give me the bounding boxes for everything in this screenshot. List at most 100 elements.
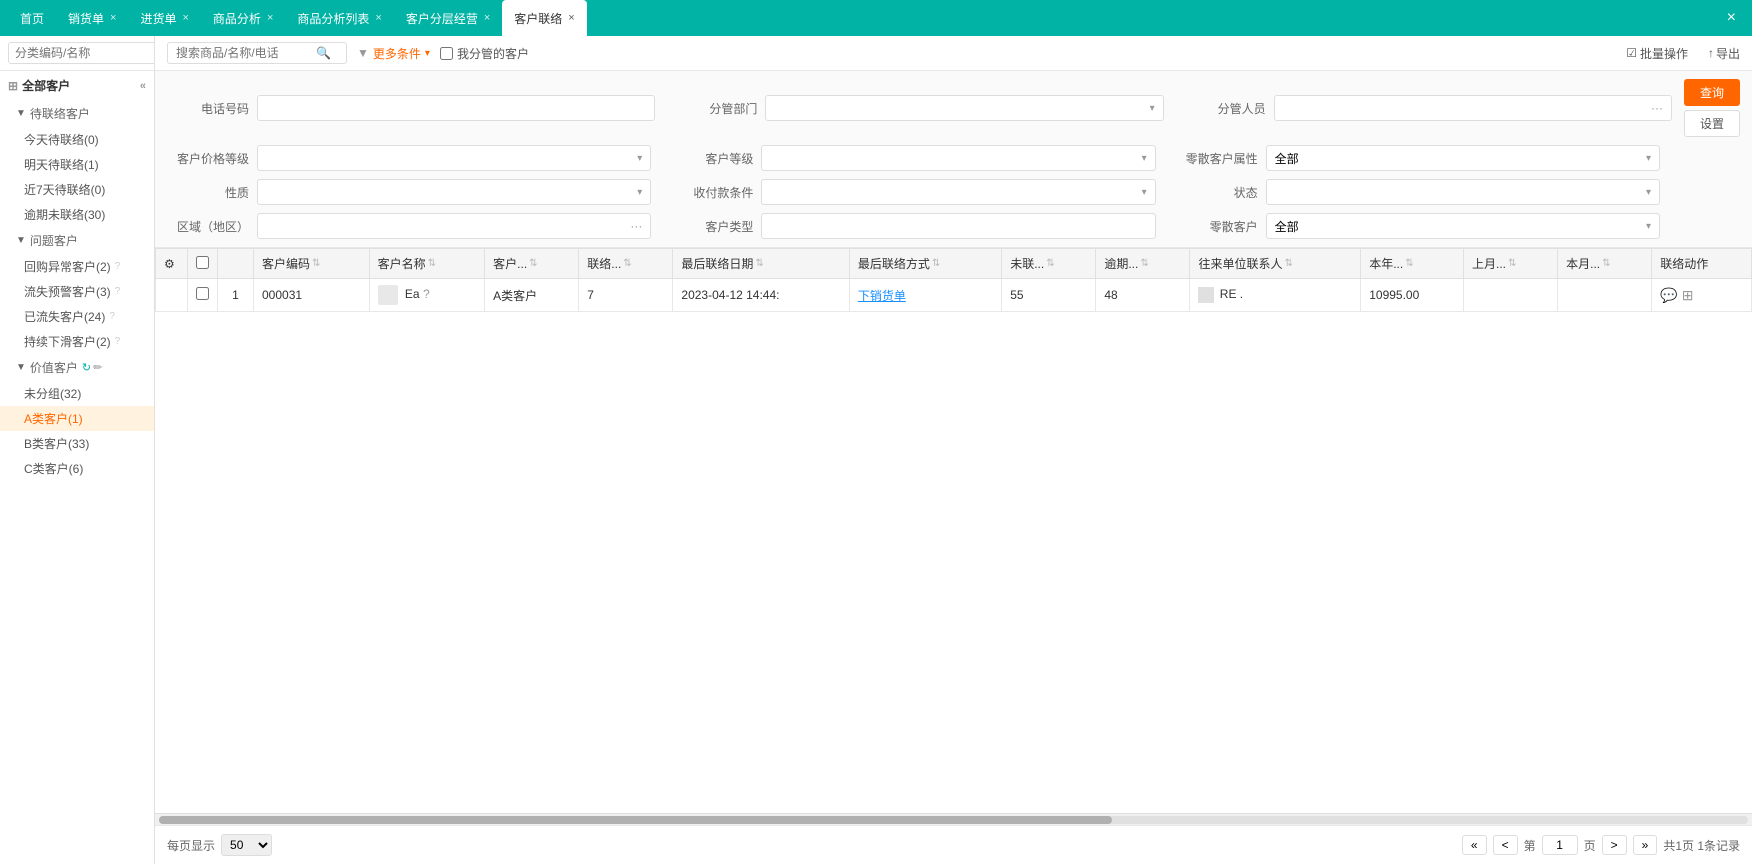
th-overdue[interactable]: 逾期... ⇅ xyxy=(1096,249,1190,279)
payment-select[interactable]: ▾ xyxy=(761,179,1155,205)
checkbox-icon: ☑ xyxy=(1626,46,1637,60)
scrollbar-thumb[interactable] xyxy=(159,816,1112,824)
area-select[interactable]: ··· xyxy=(257,213,651,239)
total-records: 共1页 1条记录 xyxy=(1663,837,1740,854)
chat-action-icon[interactable]: 💬 xyxy=(1660,287,1677,304)
edit-icon[interactable]: ✏ xyxy=(93,361,102,374)
th-code[interactable]: 客户编码 ⇅ xyxy=(254,249,370,279)
last-method-link[interactable]: 下销货单 xyxy=(858,289,906,303)
th-last-month[interactable]: 上月... ⇅ xyxy=(1464,249,1558,279)
row-checkbox[interactable] xyxy=(196,287,209,300)
status-select[interactable]: ▾ xyxy=(1266,179,1660,205)
cell-company-contact: RE . xyxy=(1190,279,1361,312)
retail-attr-select[interactable]: 全部 ▾ xyxy=(1266,145,1660,171)
nav-customer-contact[interactable]: 客户联络 × xyxy=(502,0,586,36)
th-category[interactable]: 客户... ⇅ xyxy=(485,249,579,279)
sidebar-item-repeat-abnormal[interactable]: 回购异常客户(2) ? xyxy=(0,254,154,279)
sidebar-group-pending[interactable]: ▼ 待联络客户 xyxy=(0,100,154,127)
sidebar-group-problem[interactable]: ▼ 问题客户 xyxy=(0,227,154,254)
sidebar-item-b-class[interactable]: B类客户(33) xyxy=(0,431,154,456)
more-icon[interactable]: ··· xyxy=(1651,101,1663,115)
dept-select[interactable]: ▾ xyxy=(765,95,1163,121)
sort-icon-month: ⇅ xyxy=(1602,258,1610,269)
close-purchase-tab[interactable]: × xyxy=(182,12,188,24)
sidebar-group-value[interactable]: ▼ 价值客户 ↻ ✏ xyxy=(0,354,154,381)
close-window-btn[interactable]: × xyxy=(1719,9,1744,27)
next-page-btn[interactable]: > xyxy=(1602,835,1627,855)
th-uncontacted[interactable]: 未联... ⇅ xyxy=(1002,249,1096,279)
sidebar-item-c-class[interactable]: C类客户(6) xyxy=(0,456,154,481)
cust-type-input[interactable] xyxy=(761,213,1155,239)
batch-op-btn[interactable]: ☑ 批量操作 xyxy=(1626,45,1688,62)
th-settings[interactable]: ⚙ xyxy=(156,249,188,279)
more-icon-2[interactable]: ··· xyxy=(630,219,642,233)
th-last-date[interactable]: 最后联络日期 ⇅ xyxy=(673,249,849,279)
price-level-select[interactable]: ▾ xyxy=(257,145,651,171)
horizontal-scrollbar[interactable] xyxy=(155,813,1752,825)
nav-analysis[interactable]: 商品分析 × xyxy=(201,0,285,36)
cust-type-text-input[interactable] xyxy=(770,219,1146,233)
sidebar-item-tomorrow[interactable]: 明天待联络(1) xyxy=(0,152,154,177)
close-analysis-list-tab[interactable]: × xyxy=(375,12,381,24)
my-customers-check[interactable] xyxy=(440,47,453,60)
th-company-contact[interactable]: 往来单位联系人 ⇅ xyxy=(1190,249,1361,279)
close-contact-tab[interactable]: × xyxy=(568,12,574,24)
nav-home[interactable]: 首页 xyxy=(8,0,56,36)
nav-sales[interactable]: 销货单 × xyxy=(56,0,128,36)
th-this-month[interactable]: 本月... ⇅ xyxy=(1558,249,1652,279)
my-customers-checkbox[interactable]: 我分管的客户 xyxy=(440,45,529,62)
nav-analysis-list[interactable]: 商品分析列表 × xyxy=(285,0,393,36)
cell-name: Ea ? xyxy=(369,279,485,312)
sidebar-item-keep-down[interactable]: 持续下滑客户(2) ? xyxy=(0,329,154,354)
prev-page-btn[interactable]: < xyxy=(1493,835,1518,855)
sidebar-item-today[interactable]: 今天待联络(0) xyxy=(0,127,154,152)
nav-purchase[interactable]: 进货单 × xyxy=(128,0,200,36)
th-last-method[interactable]: 最后联络方式 ⇅ xyxy=(849,249,1001,279)
sidebar-search-container: 🔍 xyxy=(0,36,154,71)
nav-customer-segment[interactable]: 客户分层经营 × xyxy=(394,0,502,36)
phone-text-input[interactable] xyxy=(266,101,646,115)
cust-level-select[interactable]: ▾ xyxy=(761,145,1155,171)
sidebar-search-input[interactable] xyxy=(8,42,155,64)
retail-attr-value: 全部 xyxy=(1275,150,1646,167)
collapse-sidebar-btn[interactable]: « xyxy=(140,80,146,92)
page-number-input[interactable] xyxy=(1542,835,1578,855)
table-header-row: ⚙ 客户编码 ⇅ 客户名称 ⇅ xyxy=(156,249,1752,279)
filter-payment: 收付款条件 ▾ xyxy=(671,179,1155,205)
cell-actions: 💬 ⊞ xyxy=(1652,279,1752,312)
per-page-label: 每页显示 xyxy=(167,837,215,854)
sidebar-item-lost-predict[interactable]: 流失预警客户(3) ? xyxy=(0,279,154,304)
cell-uncontacted: 55 xyxy=(1002,279,1096,312)
sidebar-item-lost[interactable]: 已流失客户(24) ? xyxy=(0,304,154,329)
th-contact[interactable]: 联络... ⇅ xyxy=(579,249,673,279)
close-segment-tab[interactable]: × xyxy=(484,12,490,24)
sidebar-item-unclassified[interactable]: 未分组(32) xyxy=(0,381,154,406)
export-btn[interactable]: ↑ 导出 xyxy=(1708,45,1740,62)
th-this-year[interactable]: 本年... ⇅ xyxy=(1361,249,1464,279)
filter-search-icon[interactable]: 🔍 xyxy=(316,46,331,60)
retail-select[interactable]: 全部 ▾ xyxy=(1266,213,1660,239)
scrollbar-track[interactable] xyxy=(159,816,1748,824)
person-select[interactable]: ··· xyxy=(1274,95,1672,121)
sort-icon-year: ⇅ xyxy=(1405,258,1413,269)
qr-action-icon[interactable]: ⊞ xyxy=(1682,287,1694,304)
th-name[interactable]: 客户名称 ⇅ xyxy=(369,249,485,279)
nature-select[interactable]: ▾ xyxy=(257,179,651,205)
settings-button[interactable]: 设置 xyxy=(1684,110,1740,137)
query-button[interactable]: 查询 xyxy=(1684,79,1740,106)
sidebar-item-near7[interactable]: 近7天待联络(0) xyxy=(0,177,154,202)
per-page-select[interactable]: 20 50 100 xyxy=(221,834,272,856)
filter-icon: ▼ xyxy=(357,46,369,60)
close-sales-tab[interactable]: × xyxy=(110,12,116,24)
refresh-icon[interactable]: ↻ xyxy=(82,361,91,374)
close-analysis-tab[interactable]: × xyxy=(267,12,273,24)
phone-input[interactable] xyxy=(257,95,655,121)
sidebar-item-a-class[interactable]: A类客户(1) xyxy=(0,406,154,431)
all-customers-header[interactable]: ⊞ 全部客户 « xyxy=(0,71,154,100)
sidebar-item-overdue[interactable]: 逾期未联络(30) xyxy=(0,202,154,227)
first-page-btn[interactable]: « xyxy=(1462,835,1487,855)
filter-search-input[interactable] xyxy=(176,46,316,60)
select-all-checkbox[interactable] xyxy=(196,256,209,269)
more-filters-btn[interactable]: ▼ 更多条件 ▾ xyxy=(355,45,432,62)
last-page-btn[interactable]: » xyxy=(1633,835,1658,855)
